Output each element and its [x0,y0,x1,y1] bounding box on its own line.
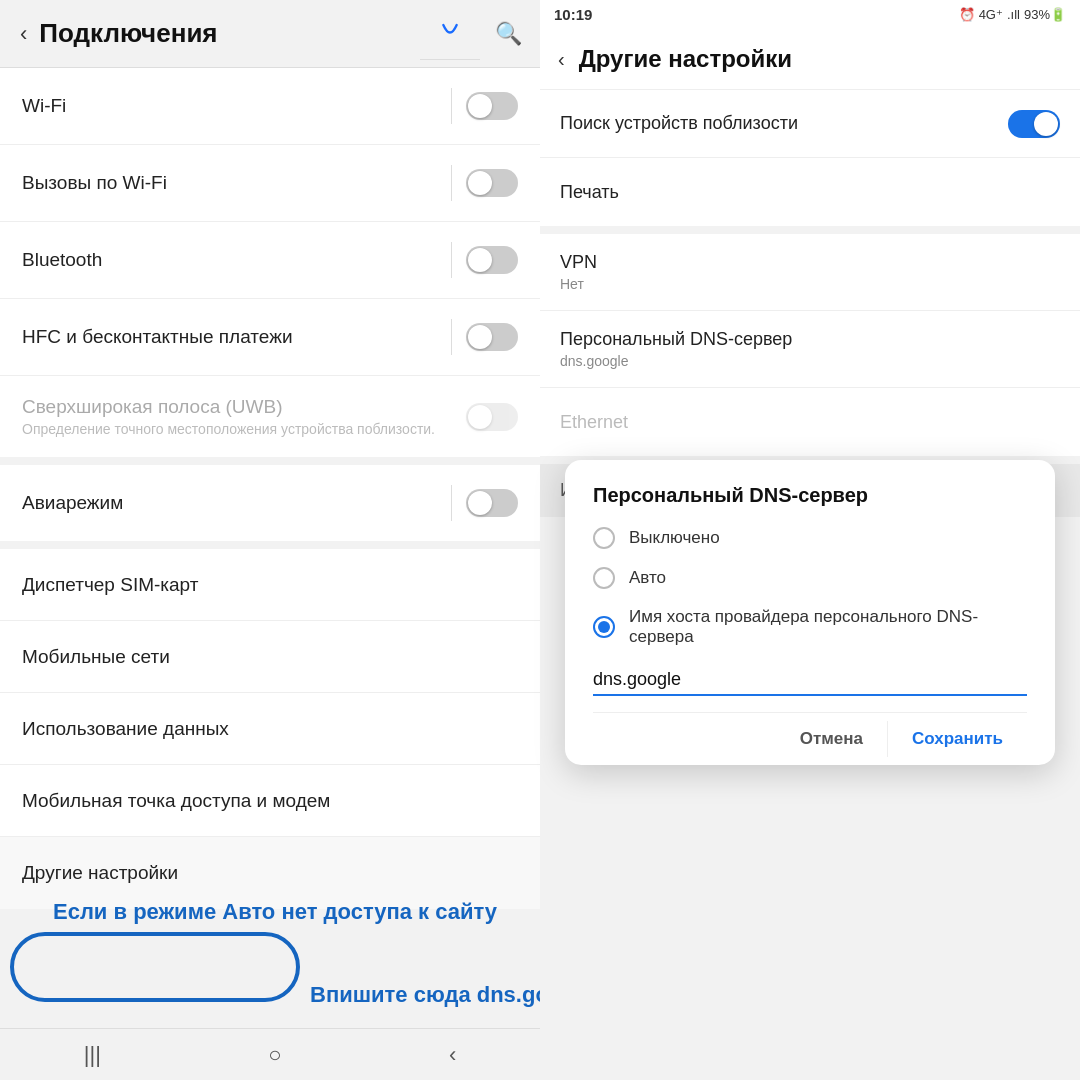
right-group-1: Поиск устройств поблизости Печать [540,90,1080,226]
separator [451,88,452,124]
vivo-logo [420,5,480,60]
radio-option-hostname[interactable]: Имя хоста провайдера персонального DNS-с… [593,607,1027,647]
right-group-2: VPN Нет Персональный DNS-сервер dns.goog… [540,234,1080,456]
right-back-icon[interactable]: ‹ [558,48,565,71]
alarm-icon: ⏰ [959,7,975,22]
vpn-label: VPN [560,252,597,273]
right-panel: 10:19 ⏰ 4G⁺ .ıll 93%🔋 ‹ Другие настройки… [540,0,1080,1080]
nav-recents-icon[interactable]: ||| [84,1042,101,1068]
radio-auto-label: Авто [629,568,666,588]
radio-off-label: Выключено [629,528,720,548]
network-icon: 4G⁺ [979,7,1003,22]
dns-sub: dns.google [560,353,792,369]
bottom-nav: ||| ○ ‹ [0,1028,540,1080]
wifi-toggle[interactable] [466,92,518,120]
nearby-label: Поиск устройств поблизости [560,113,798,134]
nav-back-icon[interactable]: ‹ [449,1042,456,1068]
separator [451,242,452,278]
left-panel: ‹ Подключения 🔍 Wi-Fi Вызовы [0,0,540,1080]
airplane-label: Авиарежим [22,492,451,514]
wifi-label: Wi-Fi [22,95,451,117]
settings-item-wifi-calling[interactable]: Вызовы по Wi-Fi [0,145,540,222]
uwb-subtitle: Определение точного местоположения устро… [22,421,466,437]
radio-off-circle[interactable] [593,527,615,549]
separator [451,319,452,355]
radio-auto-circle[interactable] [593,567,615,589]
dns-input[interactable] [593,665,1027,696]
settings-item-wifi[interactable]: Wi-Fi [0,68,540,145]
modal-buttons: Отмена Сохранить [593,712,1027,765]
modal-overlay: Персональный DNS-сервер Выключено Авто И… [540,450,1080,1028]
dns-modal: Персональный DNS-сервер Выключено Авто И… [565,460,1055,765]
modal-title: Персональный DNS-сервер [593,484,1027,507]
radio-option-off[interactable]: Выключено [593,527,1027,549]
uwb-label: Сверхширокая полоса (UWB) [22,396,466,418]
sim-label: Диспетчер SIM-карт [22,574,198,596]
other-settings-label: Другие настройки [22,862,178,884]
status-time: 10:19 [554,6,592,23]
radio-hostname-circle[interactable] [593,616,615,638]
search-icon[interactable]: 🔍 [495,21,522,47]
bluetooth-toggle[interactable] [466,246,518,274]
vpn-sub: Нет [560,276,597,292]
hotspot-label: Мобильная точка доступа и модем [22,790,330,812]
dns-label: Персональный DNS-сервер [560,329,792,350]
right-item-dns[interactable]: Персональный DNS-сервер dns.google [540,311,1080,388]
settings-item-sim[interactable]: Диспетчер SIM-карт [0,549,540,621]
settings-group-1: Wi-Fi Вызовы по Wi-Fi Bluetooth [0,68,540,457]
settings-list: Wi-Fi Вызовы по Wi-Fi Bluetooth [0,68,540,1028]
status-bar: 10:19 ⏰ 4G⁺ .ıll 93%🔋 [540,0,1080,29]
wifi-calling-toggle[interactable] [466,169,518,197]
settings-item-nfc[interactable]: НFC и бесконтактные платежи [0,299,540,376]
uwb-toggle [466,403,518,431]
save-button[interactable]: Сохранить [888,713,1027,765]
left-title: Подключения [39,18,217,49]
status-icons: ⏰ 4G⁺ .ıll 93%🔋 [959,7,1066,22]
settings-group-2: Авиарежим [0,465,540,541]
settings-group-3: Диспетчер SIM-карт Мобильные сети Исполь… [0,549,540,909]
back-icon[interactable]: ‹ [20,21,27,47]
ethernet-label: Ethernet [560,412,628,433]
settings-item-mobile-networks[interactable]: Мобильные сети [0,621,540,693]
print-label: Печать [560,182,619,203]
radio-hostname-label: Имя хоста провайдера персонального DNS-с… [629,607,1027,647]
nav-home-icon[interactable]: ○ [268,1042,281,1068]
settings-item-bluetooth[interactable]: Bluetooth [0,222,540,299]
left-header: ‹ Подключения 🔍 [0,0,540,68]
nfc-label: НFC и бесконтактные платежи [22,326,451,348]
signal-icon: .ıll [1007,7,1020,22]
right-item-nearby[interactable]: Поиск устройств поблизости [540,90,1080,158]
settings-item-data-usage[interactable]: Использование данных [0,693,540,765]
right-header: ‹ Другие настройки [540,29,1080,90]
settings-item-uwb: Сверхширокая полоса (UWB) Определение то… [0,376,540,457]
nfc-toggle[interactable] [466,323,518,351]
wifi-calling-label: Вызовы по Wi-Fi [22,172,451,194]
settings-item-hotspot[interactable]: Мобильная точка доступа и модем [0,765,540,837]
separator [451,485,452,521]
dns-input-area [593,665,1027,696]
right-item-ethernet: Ethernet [540,388,1080,456]
right-title: Другие настройки [579,45,792,73]
cancel-button[interactable]: Отмена [776,713,887,765]
annotation-top: Если в режиме Авто нет доступа к сайту [20,899,530,925]
mobile-networks-label: Мобильные сети [22,646,170,668]
right-item-print[interactable]: Печать [540,158,1080,226]
bluetooth-label: Bluetooth [22,249,451,271]
settings-item-airplane[interactable]: Авиарежим [0,465,540,541]
data-usage-label: Использование данных [22,718,229,740]
radio-option-auto[interactable]: Авто [593,567,1027,589]
battery-icon: 93%🔋 [1024,7,1066,22]
nearby-toggle[interactable] [1008,110,1060,138]
separator [451,165,452,201]
right-item-vpn[interactable]: VPN Нет [540,234,1080,311]
airplane-toggle[interactable] [466,489,518,517]
